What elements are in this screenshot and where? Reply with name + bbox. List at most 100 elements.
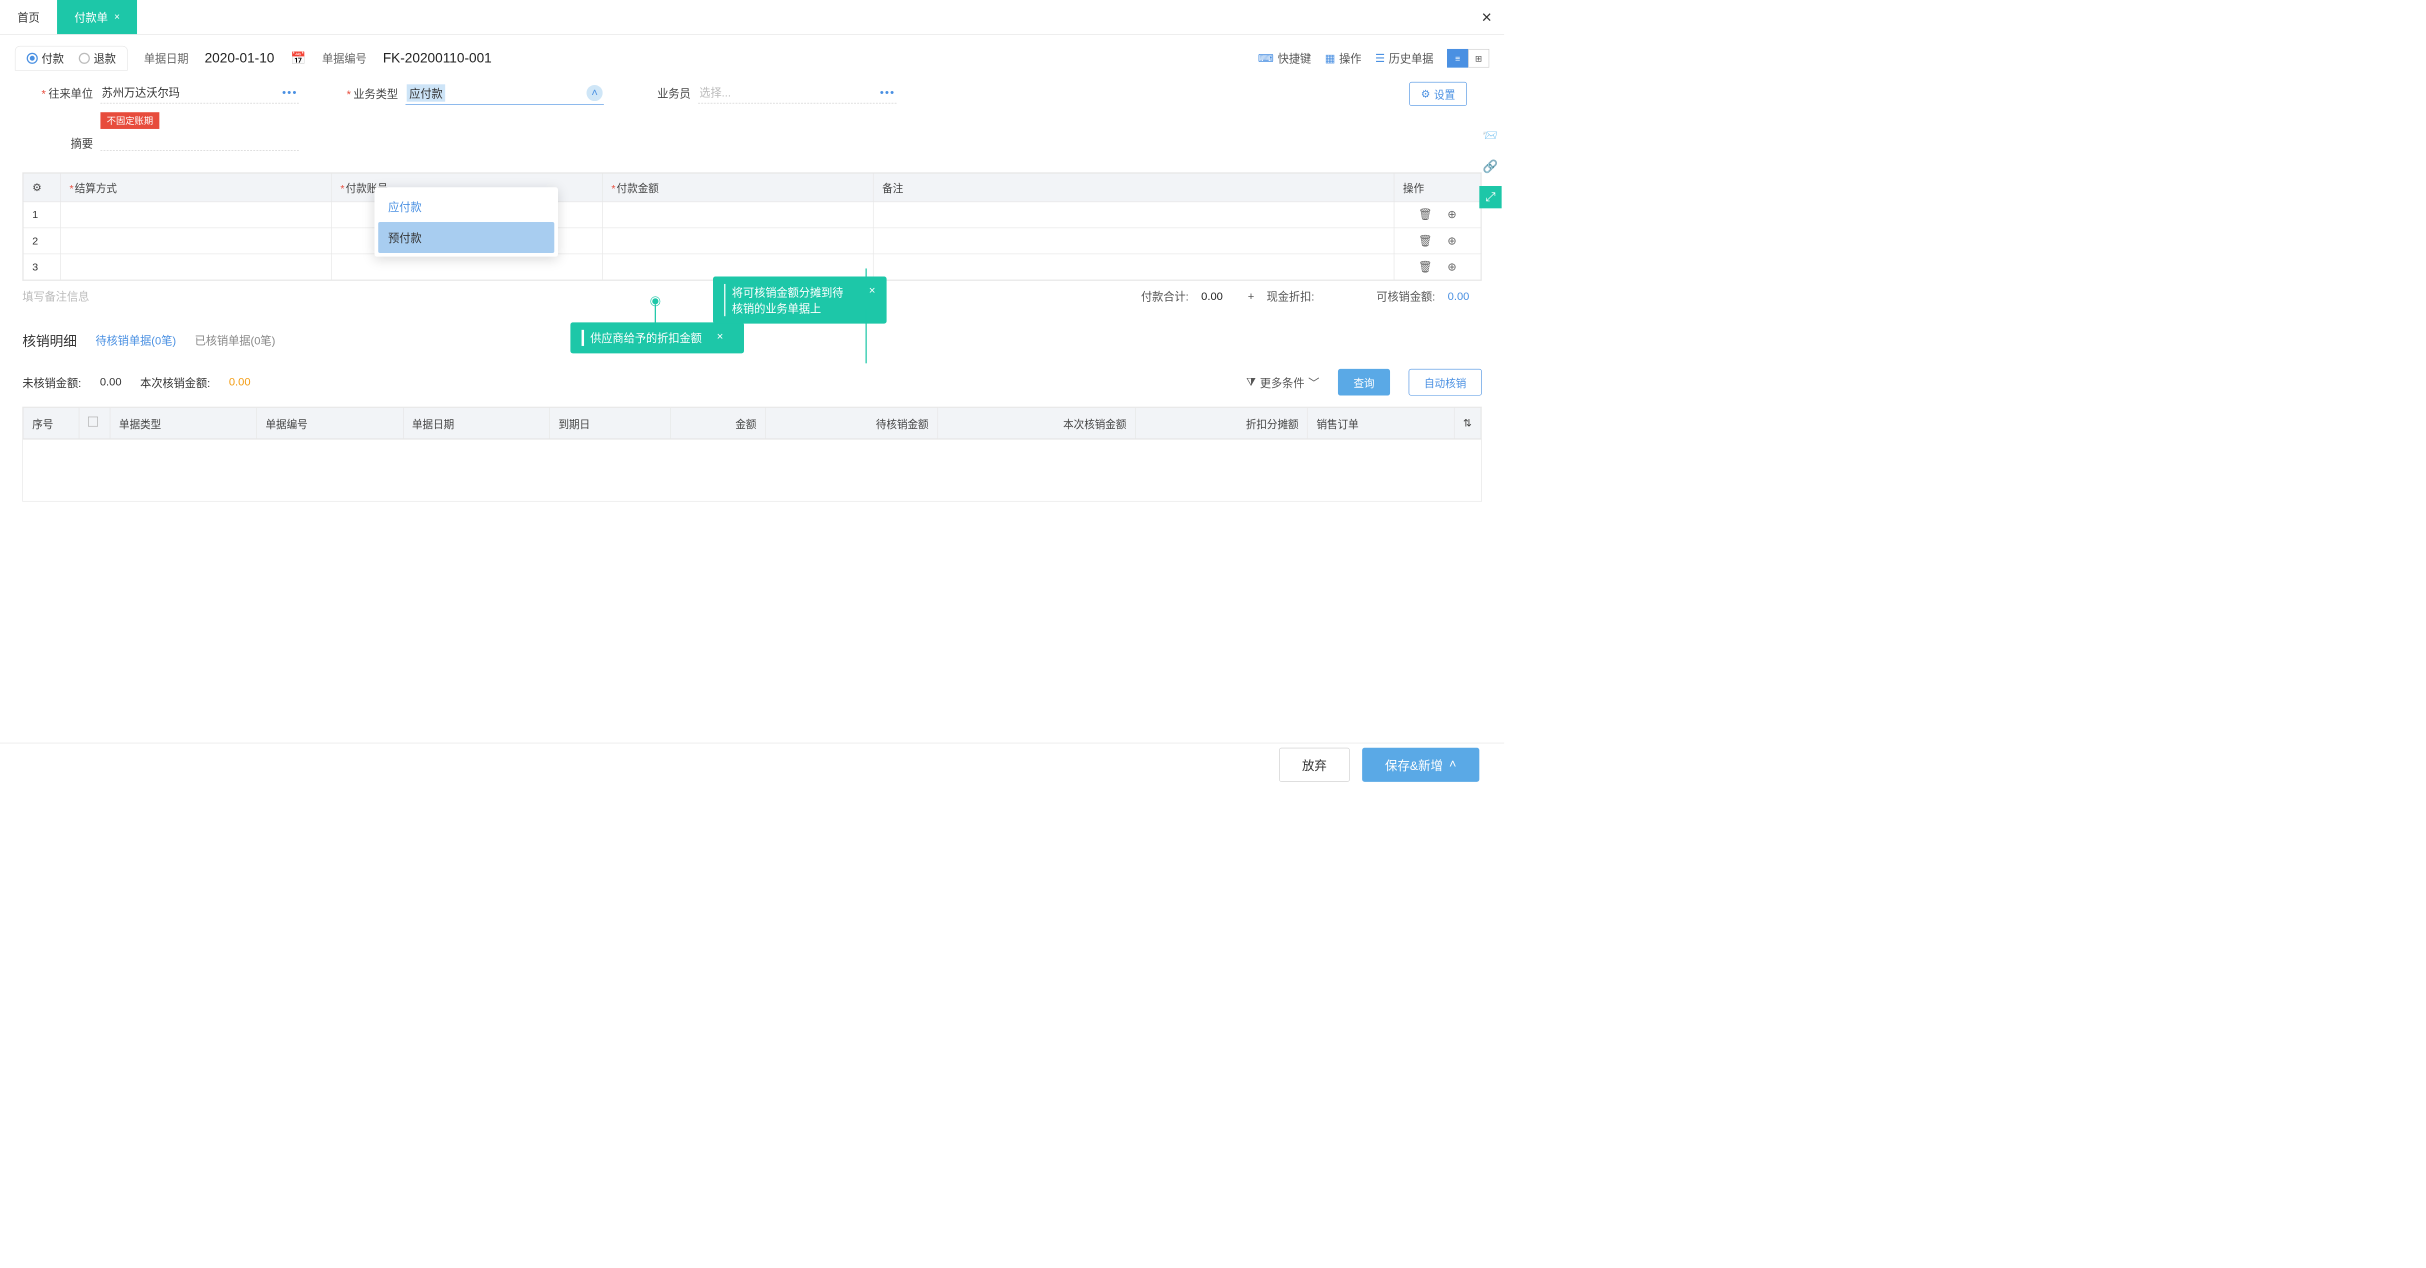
query-button[interactable]: 查询 [1338,369,1390,396]
vcol-seq: 序号 [23,408,79,439]
date-label: 单据日期 [144,50,189,66]
history-icon: ☰ [1375,52,1385,65]
delete-icon[interactable]: 🗑 [1418,208,1432,221]
vcol-amount: 金额 [670,408,765,439]
summary-input[interactable] [100,136,298,151]
grid-icon: ▦ [1325,52,1336,65]
chevron-up-icon[interactable]: ˄ [587,85,603,101]
unverified-label: 未核销金额: [22,374,81,390]
shortcut-icon: ⌨ [1258,52,1274,65]
account-period-badge: 不固定账期 [100,112,159,129]
history-link[interactable]: ☰历史单据 [1375,50,1433,66]
tab-payment-label: 付款单 [74,9,107,25]
radio-pay[interactable]: 付款 [27,50,64,66]
tooltip-close-icon[interactable]: × [869,284,876,297]
tooltip-close-icon[interactable]: × [717,330,724,343]
footer-bar: 放弃 保存&新增 ˄ [0,743,1504,786]
calendar-icon[interactable]: 📅 [290,51,305,67]
header-actions: ⌨快捷键 ▦操作 ☰历史单据 ≡ ⊞ [1258,49,1489,68]
view-list-button[interactable]: ≡ [1447,49,1468,68]
settings-button[interactable]: ⚙ 设置 [1409,82,1467,106]
filter-icon: ⧩ [1246,376,1256,389]
verify-table-body [22,440,1481,502]
unverified-value: 0.00 [100,376,122,389]
payment-table: ⚙ 结算方式 付款账号 付款金额 备注 操作 1🗑⊕ 2🗑⊕ 3🗑⊕ [22,172,1481,281]
verify-table: 序号 单据类型 单据编号 单据日期 到期日 金额 待核销金额 本次核销金额 折扣… [22,407,1481,440]
thisverify-value: 0.00 [229,376,251,389]
rail-link-icon[interactable]: 🔗 [1479,155,1501,177]
fields-area: 往来单位 苏州万达沃尔玛 ••• 业务类型 应付款 ˄ 业务员 选择... ••… [0,77,1504,166]
vcol-this: 本次核销金额 [938,408,1136,439]
tab-payment[interactable]: 付款单 × [57,0,137,34]
vcol-check[interactable] [79,408,110,439]
verify-tab-done[interactable]: 已核销单据(0笔) [195,332,276,348]
vcol-pending: 待核销金额 [765,408,937,439]
delete-icon[interactable]: 🗑 [1418,234,1432,247]
discount-label: 现金折扣: [1267,288,1315,304]
auto-verify-button[interactable]: 自动核销 [1409,369,1482,396]
vcol-sort[interactable]: ⇅ [1454,408,1481,439]
dropdown-option-prepay[interactable]: 预付款 [378,222,554,253]
tab-home[interactable]: 首页 [0,0,57,34]
clerk-input[interactable]: 选择... ••• [698,82,896,104]
clerk-label: 业务员 [647,85,690,101]
paytype-tabs: 付款 退款 [15,46,128,71]
tooltip-auto-verify: 将可核销金额分摊到待核销的业务单据上 × [713,277,887,324]
radio-off-icon [79,53,90,64]
add-row-icon[interactable]: ⊕ [1447,260,1456,273]
verify-title: 核销明细 [22,330,77,350]
form-header: 付款 退款 单据日期 2020-01-10 📅 单据编号 FK-20200110… [0,35,1504,77]
vcol-share: 折扣分摊额 [1135,408,1307,439]
vcol-date: 单据日期 [403,408,549,439]
verify-tab-pending[interactable]: 待核销单据(0笔) [95,332,176,348]
gear-icon: ⚙ [1421,88,1430,100]
operate-link[interactable]: ▦操作 [1325,50,1362,66]
checkbox-icon[interactable] [88,417,98,427]
dropdown-option-payable[interactable]: 应付款 [378,191,554,222]
view-card-button[interactable]: ⊞ [1468,49,1489,68]
col-amount: 付款金额 [602,173,873,202]
verification-section: 核销明细 待核销单据(0笔) 已核销单据(0笔) 未核销金额: 0.00 本次核… [22,330,1481,395]
rail-expand-icon[interactable]: ⤢ [1479,186,1501,208]
radio-on-icon [27,53,38,64]
add-row-icon[interactable]: ⊕ [1447,208,1456,221]
gear-icon: ⚙ [32,181,41,193]
radio-refund[interactable]: 退款 [79,50,116,66]
table-row[interactable]: 1🗑⊕ [23,202,1481,228]
gear-column-header[interactable]: ⚙ [23,173,60,202]
vcol-due: 到期日 [549,408,670,439]
view-toggle: ≡ ⊞ [1447,49,1489,68]
thisverify-label: 本次核销金额: [140,374,210,390]
sort-icon: ⇅ [1463,417,1472,429]
date-value[interactable]: 2020-01-10 [205,50,275,66]
partner-input[interactable]: 苏州万达沃尔玛 ••• [100,82,298,104]
clerk-more-icon[interactable]: ••• [880,86,895,99]
partner-more-icon[interactable]: ••• [282,86,297,99]
chevron-up-icon[interactable]: ˄ [1449,758,1456,772]
biztype-select[interactable]: 应付款 ˄ [405,82,603,105]
discard-button[interactable]: 放弃 [1279,748,1350,782]
rail-inbox-icon[interactable]: 📨 [1479,124,1501,146]
save-and-new-button[interactable]: 保存&新增 ˄ [1362,748,1479,782]
chevron-down-icon: ﹀ [1308,374,1319,390]
top-tabs: 首页 付款单 × × [0,0,1504,35]
more-conditions[interactable]: ⧩ 更多条件 ﹀ [1246,374,1319,390]
vcol-order: 销售订单 [1308,408,1455,439]
col-remark: 备注 [873,173,1394,202]
col-operate: 操作 [1394,173,1481,202]
remarks-input[interactable]: 填写备注信息 [22,288,332,304]
biztype-label: 业务类型 [342,85,398,101]
docnum-label: 单据编号 [322,50,367,66]
vcol-type: 单据类型 [110,408,256,439]
table-row[interactable]: 2🗑⊕ [23,228,1481,254]
window-close-icon[interactable]: × [1482,7,1492,27]
docnum-value: FK-20200110-001 [383,50,492,66]
verifiable-label: 可核销金额: [1376,288,1435,304]
vcol-num: 单据编号 [257,408,403,439]
tab-close-icon[interactable]: × [114,11,120,22]
tooltip-discount: 供应商给予的折扣金额 × [570,322,744,353]
paysum-label: 付款合计: [1141,288,1189,304]
shortcut-link[interactable]: ⌨快捷键 [1258,50,1311,66]
add-row-icon[interactable]: ⊕ [1447,234,1456,247]
delete-icon[interactable]: 🗑 [1418,260,1432,273]
